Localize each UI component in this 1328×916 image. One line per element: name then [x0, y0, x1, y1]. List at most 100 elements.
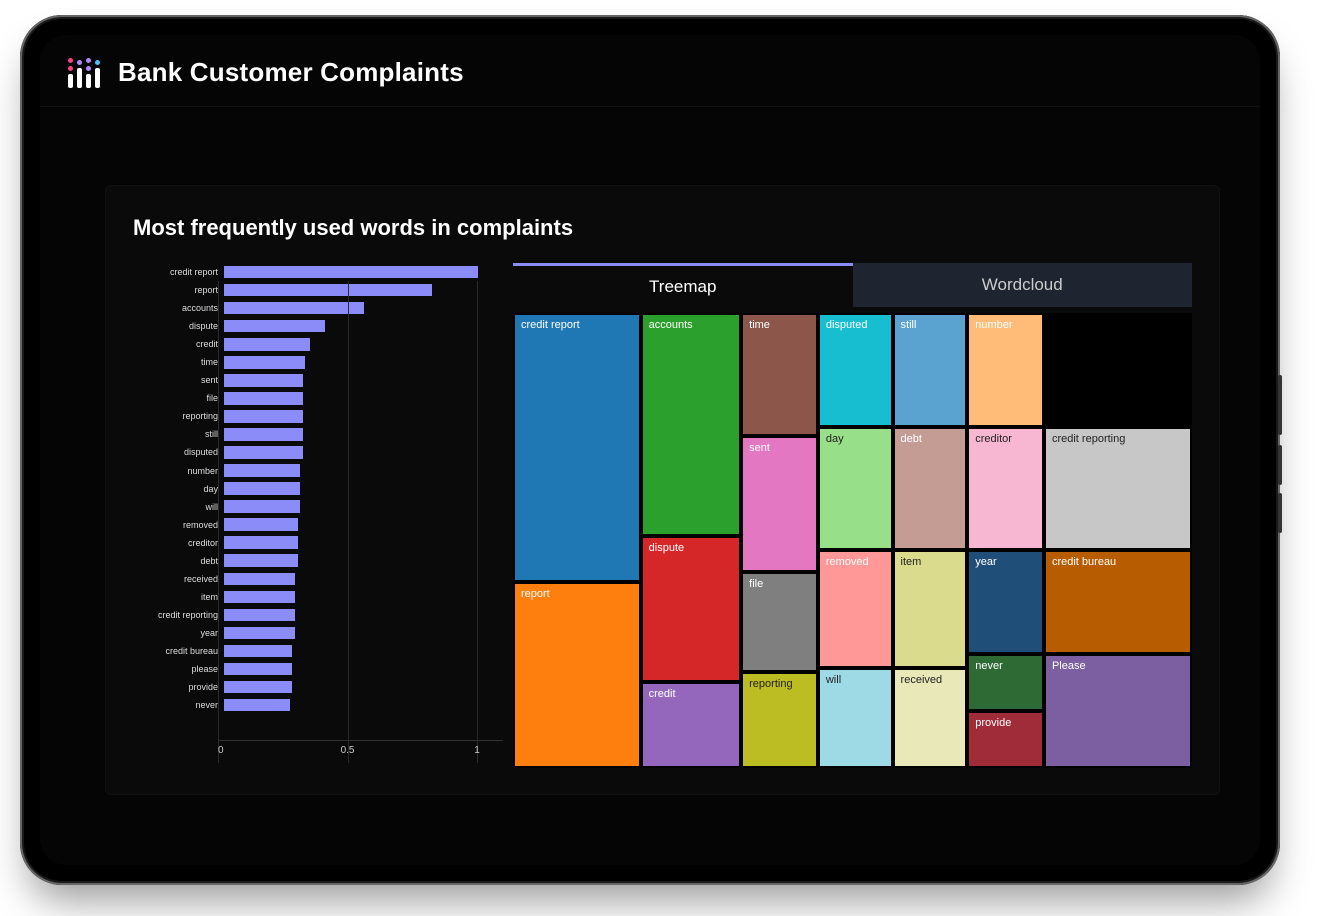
treemap-cell[interactable]: credit [641, 682, 741, 768]
bar-fill [224, 338, 310, 351]
bar-fill [224, 573, 295, 586]
bar-fill [224, 681, 292, 694]
treemap-cell[interactable]: dispute [641, 536, 741, 682]
bar-label: credit reporting [133, 610, 224, 620]
bar-row: never [133, 696, 503, 714]
bar-fill [224, 320, 325, 333]
bar-fill [224, 482, 300, 495]
treemap-cell[interactable]: report [513, 582, 641, 768]
bar-fill [224, 699, 290, 712]
bar-label: creditor [133, 538, 224, 548]
bar-row: credit report [133, 263, 503, 281]
x-tick: 0 [218, 745, 224, 756]
bar-row: number [133, 462, 503, 480]
bar-fill [224, 500, 300, 513]
bar-fill [224, 645, 292, 658]
bar-label: sent [133, 375, 224, 385]
treemap-cell[interactable]: credit report [513, 313, 641, 582]
treemap-cell[interactable]: provide [967, 711, 1044, 768]
viz-tabs: Treemap Wordcloud [513, 263, 1192, 307]
bar-fill [224, 591, 295, 604]
bar-row: year [133, 624, 503, 642]
x-tick: 0.5 [341, 745, 355, 756]
treemap-cell[interactable]: creditor [967, 427, 1044, 550]
bar-label: provide [133, 682, 224, 692]
bar-row: reporting [133, 407, 503, 425]
bar-row: removed [133, 516, 503, 534]
treemap-cell[interactable]: time [741, 313, 818, 436]
bar-label: number [133, 466, 224, 476]
bar-row: credit reporting [133, 606, 503, 624]
bar-fill [224, 446, 303, 459]
treemap-cell[interactable]: debt [893, 427, 968, 550]
bar-chart-x-axis: 00.51 [218, 740, 503, 763]
bar-label: debt [133, 556, 224, 566]
treemap-cell[interactable]: day [818, 427, 893, 550]
treemap-cell[interactable]: sent [741, 436, 818, 573]
bar-label: credit [133, 339, 224, 349]
bar-label: removed [133, 520, 224, 530]
tablet-side-button [1278, 375, 1282, 435]
bar-fill [224, 374, 303, 387]
bar-row: file [133, 389, 503, 407]
bar-row: disputed [133, 443, 503, 461]
bar-fill [224, 410, 303, 423]
bar-label: accounts [133, 303, 224, 313]
treemap-cell[interactable]: accounts [641, 313, 741, 536]
bar-label: still [133, 429, 224, 439]
bar-row: received [133, 570, 503, 588]
bar-row: sent [133, 371, 503, 389]
bar-row: debt [133, 552, 503, 570]
bar-row: time [133, 353, 503, 371]
bar-label: dispute [133, 321, 224, 331]
x-tick: 1 [474, 745, 480, 756]
bar-fill [224, 266, 478, 279]
bar-label: time [133, 357, 224, 367]
treemap-cell[interactable]: will [818, 668, 893, 768]
tab-treemap[interactable]: Treemap [513, 263, 853, 307]
bar-fill [224, 554, 298, 567]
bar-row: item [133, 588, 503, 606]
bar-row: will [133, 498, 503, 516]
bar-label: received [133, 574, 224, 584]
bar-row: still [133, 425, 503, 443]
treemap-cell[interactable]: credit reporting [1044, 427, 1192, 550]
bar-chart: credit reportreport accounts dispute credit… [133, 263, 503, 768]
bar-row: credit bureau [133, 642, 503, 660]
treemap-cell[interactable]: year [967, 550, 1044, 655]
treemap-chart: credit reportreportaccountsdisputecredit… [513, 313, 1192, 768]
treemap-cell[interactable]: disputed [818, 313, 893, 427]
bar-fill [224, 518, 298, 531]
treemap-cell[interactable]: received [893, 668, 968, 768]
bar-row: report [133, 281, 503, 299]
tablet-side-button [1278, 445, 1282, 485]
treemap-cell[interactable]: file [741, 572, 818, 672]
app-header: Bank Customer Complaints [40, 35, 1260, 107]
treemap-cell[interactable]: Please [1044, 654, 1192, 768]
page-title: Bank Customer Complaints [118, 57, 464, 88]
bar-fill [224, 356, 305, 369]
bar-fill [224, 536, 298, 549]
main-panel: Most frequently used words in complaints… [105, 185, 1220, 795]
bar-fill [224, 284, 432, 297]
bar-row: provide [133, 678, 503, 696]
treemap-cell[interactable]: credit bureau [1044, 550, 1192, 655]
app-logo-icon [68, 58, 100, 88]
bar-fill [224, 428, 303, 441]
treemap-cell[interactable]: still [893, 313, 968, 427]
bar-row: creditor [133, 534, 503, 552]
treemap-cell[interactable]: item [893, 550, 968, 668]
bar-label: please [133, 664, 224, 674]
treemap-cell[interactable]: removed [818, 550, 893, 668]
tab-wordcloud[interactable]: Wordcloud [853, 263, 1193, 307]
bar-label: will [133, 502, 224, 512]
tablet-side-button [1278, 493, 1282, 533]
treemap-cell[interactable]: reporting [741, 672, 818, 768]
bar-label: file [133, 393, 224, 403]
bar-fill [224, 663, 292, 676]
treemap-cell[interactable]: never [967, 654, 1044, 711]
treemap-cell[interactable]: number [967, 313, 1044, 427]
panel-title: Most frequently used words in complaints [133, 215, 1192, 241]
bar-label: year [133, 628, 224, 638]
tablet-frame: Bank Customer Complaints Most frequently… [20, 15, 1280, 885]
